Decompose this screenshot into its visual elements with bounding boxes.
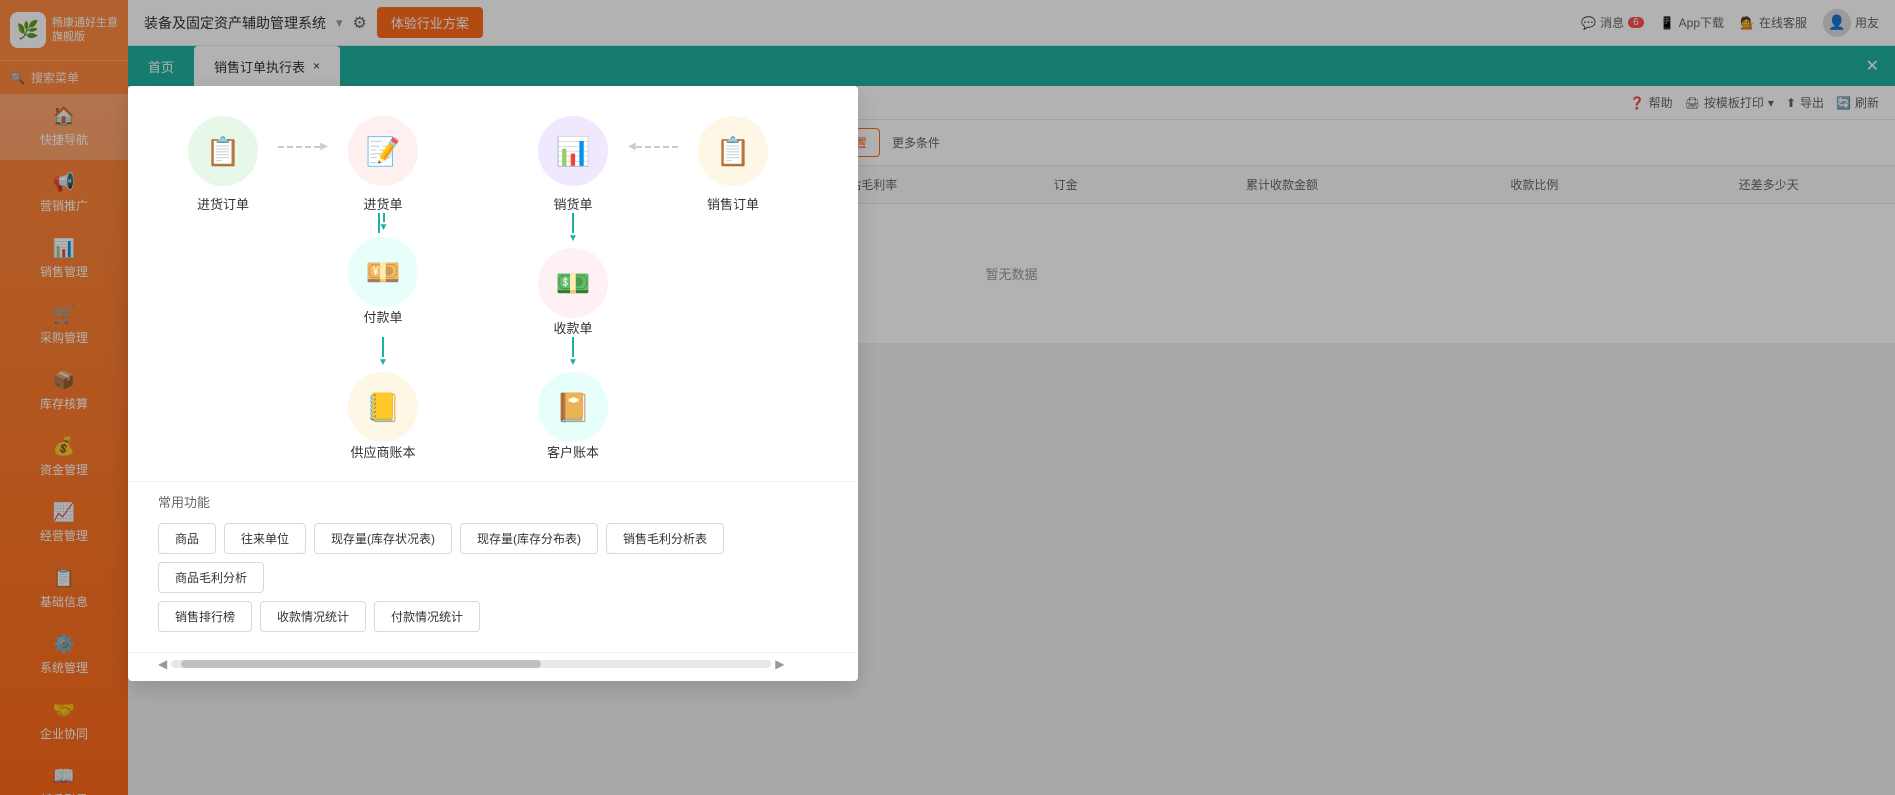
arrow-sale-to-receipt: ▼ bbox=[568, 213, 578, 244]
supplier-ledger-label: 供应商账本 bbox=[350, 442, 415, 461]
common-title: 常用功能 bbox=[158, 492, 828, 511]
common-buttons-row-1: 商品 往来单位 现存量(库存状况表) 现存量(库存分布表) 销售毛利分析表 商品… bbox=[158, 523, 828, 593]
scroll-track[interactable] bbox=[171, 660, 771, 668]
flow-node-purchase: 📝 进货单 bbox=[328, 116, 438, 213]
common-btn-receipt-stats[interactable]: 收款情况统计 bbox=[260, 601, 366, 632]
flow-node-sale-order: 📋 销售订单 bbox=[678, 116, 788, 213]
customer-ledger-label: 客户账本 bbox=[547, 442, 599, 461]
scroll-right-arrow[interactable]: ▶ bbox=[775, 657, 784, 671]
sale-order-label: 销售订单 bbox=[707, 194, 759, 213]
common-btn-partners[interactable]: 往来单位 bbox=[224, 523, 306, 554]
arrow-payment-to-supplier: ▼ bbox=[378, 337, 388, 368]
flow-diagram: 📋 进货订单 ▶ 📝 进货单 📊 销货单 ◀ bbox=[128, 86, 858, 481]
dialog-scrollbar: ◀ ▶ bbox=[128, 652, 858, 681]
sale-label: 销货单 bbox=[553, 194, 592, 213]
common-btn-sales-rank[interactable]: 销售排行榜 bbox=[158, 601, 252, 632]
sale-icon: 📊 bbox=[538, 116, 608, 186]
common-buttons-row-2: 销售排行榜 收款情况统计 付款情况统计 bbox=[158, 601, 828, 632]
purchase-order-icon: 📋 bbox=[188, 116, 258, 186]
customer-ledger-icon: 📔 bbox=[538, 372, 608, 442]
scroll-thumb[interactable] bbox=[181, 660, 541, 668]
common-btn-stock-dist[interactable]: 现存量(库存分布表) bbox=[460, 523, 598, 554]
quick-nav-dialog: 📋 进货订单 ▶ 📝 进货单 📊 销货单 ◀ bbox=[128, 86, 858, 681]
supplier-ledger-icon: 📒 bbox=[348, 372, 418, 442]
arrow-sale-order-to-sale: ◀ bbox=[628, 141, 678, 152]
flow-node-sale: 📊 销货单 bbox=[518, 116, 628, 213]
purchase-order-label: 进货订单 bbox=[197, 194, 249, 213]
common-btn-payment-stats[interactable]: 付款情况统计 bbox=[374, 601, 480, 632]
common-btn-product[interactable]: 商品 bbox=[158, 523, 216, 554]
receipt-icon: 💵 bbox=[538, 248, 608, 318]
common-btn-product-gross[interactable]: 商品毛利分析 bbox=[158, 562, 264, 593]
purchase-icon: 📝 bbox=[348, 116, 418, 186]
common-btn-stock-status[interactable]: 现存量(库存状况表) bbox=[314, 523, 452, 554]
receipt-label: 收款单 bbox=[553, 318, 592, 337]
arrow-purchase-to-payment: ▼ bbox=[378, 213, 389, 233]
scroll-left-arrow[interactable]: ◀ bbox=[158, 657, 167, 671]
payment-label: 付款单 bbox=[363, 307, 402, 326]
flow-node-purchase-order: 📋 进货订单 bbox=[168, 116, 278, 213]
arrow-purchase-order-to-purchase: ▶ bbox=[278, 141, 328, 152]
purchase-label: 进货单 bbox=[363, 194, 402, 213]
common-functions: 常用功能 商品 往来单位 现存量(库存状况表) 现存量(库存分布表) 销售毛利分… bbox=[128, 481, 858, 652]
payment-icon: 💴 bbox=[348, 237, 418, 307]
arrow-receipt-to-customer: ▼ bbox=[568, 337, 578, 368]
sale-order-icon: 📋 bbox=[698, 116, 768, 186]
common-btn-sales-gross[interactable]: 销售毛利分析表 bbox=[606, 523, 724, 554]
